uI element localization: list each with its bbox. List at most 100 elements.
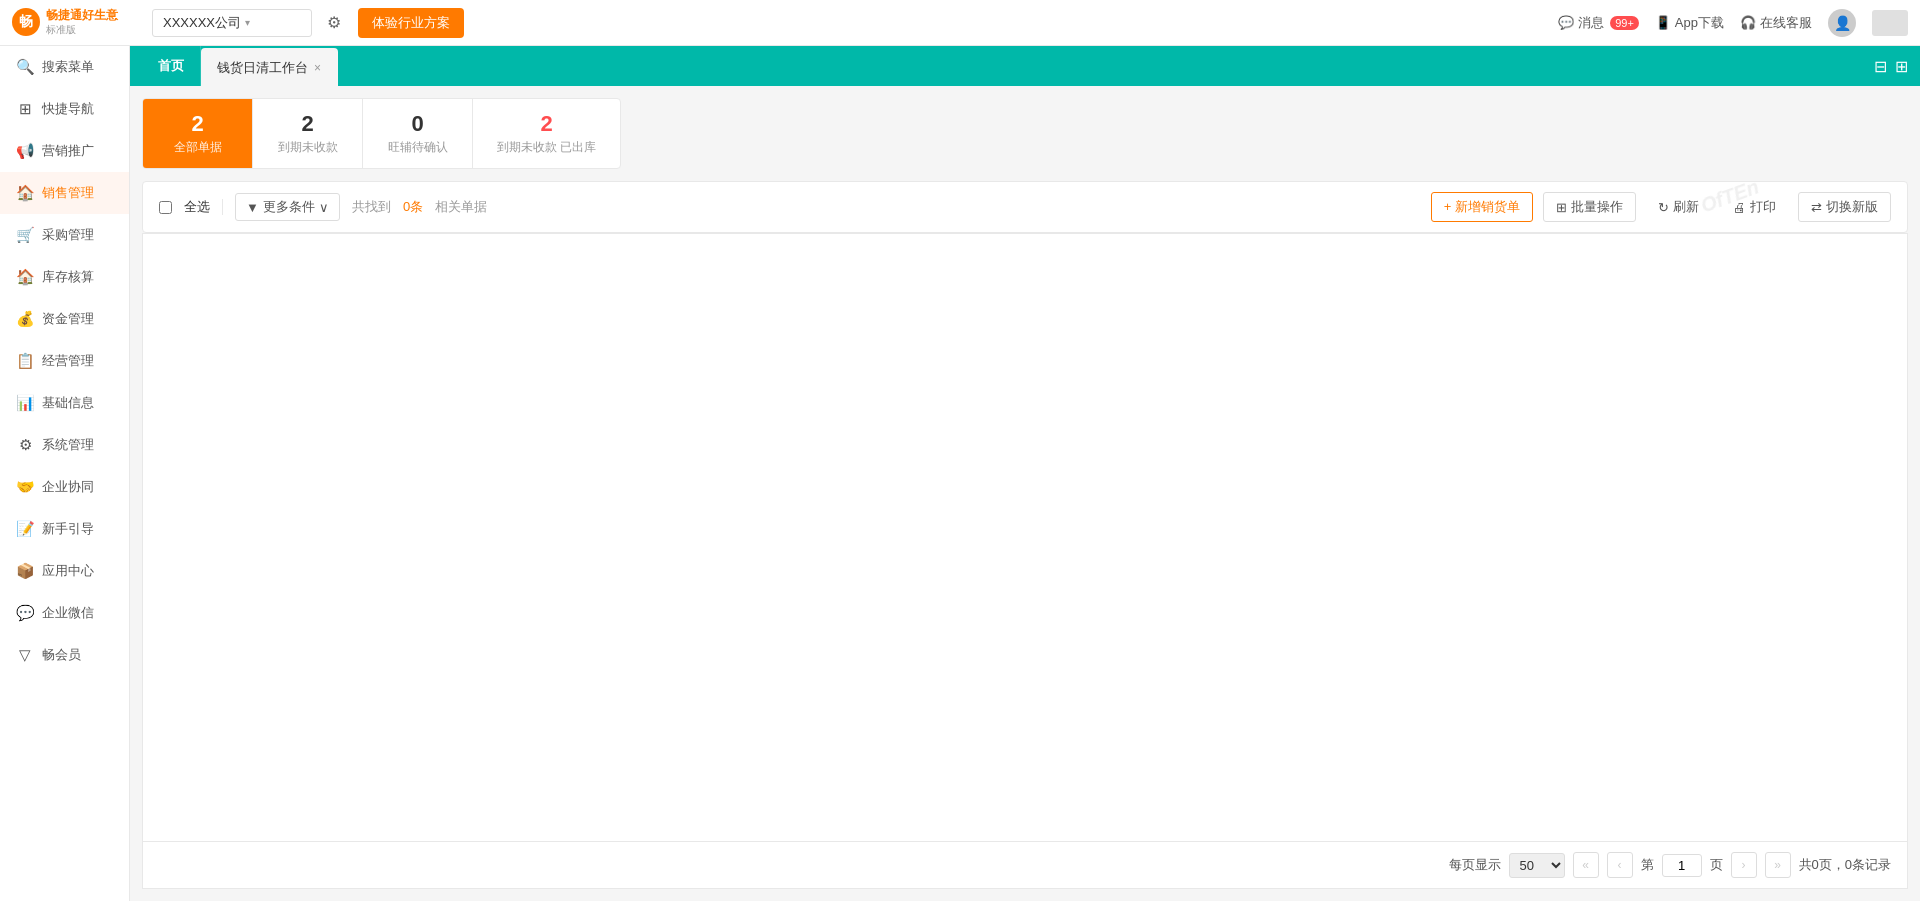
sidebar-item-purchase[interactable]: 🛒 采购管理	[0, 214, 129, 256]
found-count: 0条	[403, 198, 423, 216]
stat-wangfu-label: 旺辅待确认	[387, 139, 448, 156]
print-icon: 🖨	[1733, 200, 1746, 215]
toolbar-right: + 新增销货单 ⊞ 批量操作 ↻ 刷新 🖨 打印 ⇄ 切换新版	[1431, 192, 1891, 222]
stat-tab-wangfu[interactable]: 0 旺辅待确认	[363, 99, 473, 168]
sidebar-item-quick-nav[interactable]: ⊞ 快捷导航	[0, 88, 129, 130]
sidebar-item-guide[interactable]: 📝 新手引导	[0, 508, 129, 550]
toolbar-divider	[222, 199, 223, 215]
grid-icon: ⊞	[16, 100, 34, 118]
tab-active-label: 钱货日清工作台	[217, 59, 308, 77]
sidebar-item-operations[interactable]: 📋 经营管理	[0, 340, 129, 382]
add-sale-button[interactable]: + 新增销货单	[1431, 192, 1533, 222]
sidebar-item-search[interactable]: 🔍 搜索菜单	[0, 46, 129, 88]
member-icon: ▽	[16, 646, 34, 664]
sidebar-operations-label: 经营管理	[42, 352, 94, 370]
sidebar-finance-label: 资金管理	[42, 310, 94, 328]
logo-line2: 标准版	[46, 23, 118, 37]
stat-tab-shipped[interactable]: 2 到期未收款 已出库	[473, 99, 620, 168]
app-center-icon: 📦	[16, 562, 34, 580]
sidebar-item-system[interactable]: ⚙ 系统管理	[0, 424, 129, 466]
stats-tabs: 2 全部单据 2 到期未收款 0 旺辅待确认 2 到期未收款 已出库	[142, 98, 621, 169]
page-label: 第	[1641, 856, 1654, 874]
first-page-button[interactable]: «	[1573, 852, 1599, 878]
inventory-icon: 🏠	[16, 268, 34, 286]
last-page-icon: »	[1774, 858, 1781, 872]
tab-home[interactable]: 首页	[142, 46, 201, 86]
prev-page-button[interactable]: ‹	[1607, 852, 1633, 878]
found-suffix: 相关单据	[435, 198, 487, 216]
sidebar-item-base-info[interactable]: 📊 基础信息	[0, 382, 129, 424]
tab-home-label: 首页	[158, 57, 184, 75]
online-service-action[interactable]: 🎧 在线客服	[1740, 14, 1812, 32]
tab-qianhuorizingong[interactable]: 钱货日清工作台 ×	[201, 48, 338, 88]
sidebar-base-info-label: 基础信息	[42, 394, 94, 412]
stat-all-number: 2	[167, 111, 228, 137]
top-header: 畅 畅捷通好生意 标准版 XXXXXX公司 ▾ ⚙ 体验行业方案 💬 消息 99…	[0, 0, 1920, 46]
tab-close-icon[interactable]: ×	[314, 61, 321, 75]
settings-icon[interactable]: ⚙	[318, 7, 350, 39]
logo-area: 畅 畅捷通好生意 标准版	[12, 8, 142, 36]
per-page-select[interactable]: 50 100 200	[1509, 853, 1565, 878]
sidebar-sales-label: 销售管理	[42, 184, 94, 202]
tab-minimize-icon[interactable]: ⊟	[1874, 57, 1887, 76]
sidebar-item-app-center[interactable]: 📦 应用中心	[0, 550, 129, 592]
next-page-button[interactable]: ›	[1731, 852, 1757, 878]
message-icon: 💬	[1558, 15, 1574, 30]
search-icon: 🔍	[16, 58, 34, 76]
select-all-label: 全选	[184, 198, 210, 216]
tab-maximize-icon[interactable]: ⊞	[1895, 57, 1908, 76]
prev-page-icon: ‹	[1618, 858, 1622, 872]
sidebar-item-sales[interactable]: 🏠 销售管理	[0, 172, 129, 214]
total-info: 共0页，0条记录	[1799, 856, 1891, 874]
batch-operation-button[interactable]: ⊞ 批量操作	[1543, 192, 1636, 222]
stat-wangfu-number: 0	[387, 111, 448, 137]
switch-version-button[interactable]: ⇄ 切换新版	[1798, 192, 1891, 222]
app-download-label: App下载	[1675, 14, 1724, 32]
operations-icon: 📋	[16, 352, 34, 370]
logo-text-area: 畅捷通好生意 标准版	[46, 8, 118, 36]
user-dropdown[interactable]	[1872, 10, 1908, 36]
stat-tab-all[interactable]: 2 全部单据	[143, 99, 253, 168]
stat-overdue-label: 到期未收款	[277, 139, 338, 156]
logo-line1: 畅捷通好生意	[46, 8, 118, 22]
print-button[interactable]: 🖨 打印	[1721, 193, 1788, 221]
next-page-icon: ›	[1742, 858, 1746, 872]
refresh-icon: ↻	[1658, 200, 1669, 215]
app-download-action[interactable]: 📱 App下载	[1655, 14, 1724, 32]
sidebar-item-wechat[interactable]: 💬 企业微信	[0, 592, 129, 634]
print-label: 打印	[1750, 198, 1776, 216]
company-selector[interactable]: XXXXXX公司 ▾	[152, 9, 312, 37]
headset-icon: 🎧	[1740, 15, 1756, 30]
last-page-button[interactable]: »	[1765, 852, 1791, 878]
sidebar-item-inventory[interactable]: 🏠 库存核算	[0, 256, 129, 298]
avatar[interactable]: 👤	[1828, 9, 1856, 37]
filter-button[interactable]: ▼ 更多条件 ∨	[235, 193, 340, 221]
online-service-label: 在线客服	[1760, 14, 1812, 32]
filter-icon: ▼	[246, 200, 259, 215]
sidebar-marketing-label: 营销推广	[42, 142, 94, 160]
page-input[interactable]	[1662, 854, 1702, 877]
sidebar-item-marketing[interactable]: 📢 营销推广	[0, 130, 129, 172]
trial-button[interactable]: 体验行业方案	[358, 8, 464, 38]
sidebar-guide-label: 新手引导	[42, 520, 94, 538]
stat-tab-overdue[interactable]: 2 到期未收款	[253, 99, 363, 168]
sidebar-wechat-label: 企业微信	[42, 604, 94, 622]
sidebar: 🔍 搜索菜单 ⊞ 快捷导航 📢 营销推广 🏠 销售管理 🛒 采购管理 🏠 库存核…	[0, 46, 130, 901]
stat-shipped-number: 2	[497, 111, 596, 137]
select-all-checkbox[interactable]	[159, 201, 172, 214]
refresh-button[interactable]: ↻ 刷新	[1646, 193, 1711, 221]
sidebar-search-label: 搜索菜单	[42, 58, 94, 76]
batch-label: 批量操作	[1571, 198, 1623, 216]
sidebar-purchase-label: 采购管理	[42, 226, 94, 244]
base-info-icon: 📊	[16, 394, 34, 412]
pagination-bar: 每页显示 50 100 200 « ‹ 第 页 › » 共0页，0条记录	[142, 842, 1908, 889]
purchase-icon: 🛒	[16, 226, 34, 244]
sidebar-item-finance[interactable]: 💰 资金管理	[0, 298, 129, 340]
sidebar-item-member[interactable]: ▽ 畅会员	[0, 634, 129, 676]
corp-icon: 🤝	[16, 478, 34, 496]
sidebar-item-corp-coop[interactable]: 🤝 企业协同	[0, 466, 129, 508]
refresh-label: 刷新	[1673, 198, 1699, 216]
tab-actions: ⊟ ⊞	[1874, 57, 1908, 76]
message-action[interactable]: 💬 消息 99+	[1558, 14, 1639, 32]
filter-chevron-icon: ∨	[319, 200, 329, 215]
